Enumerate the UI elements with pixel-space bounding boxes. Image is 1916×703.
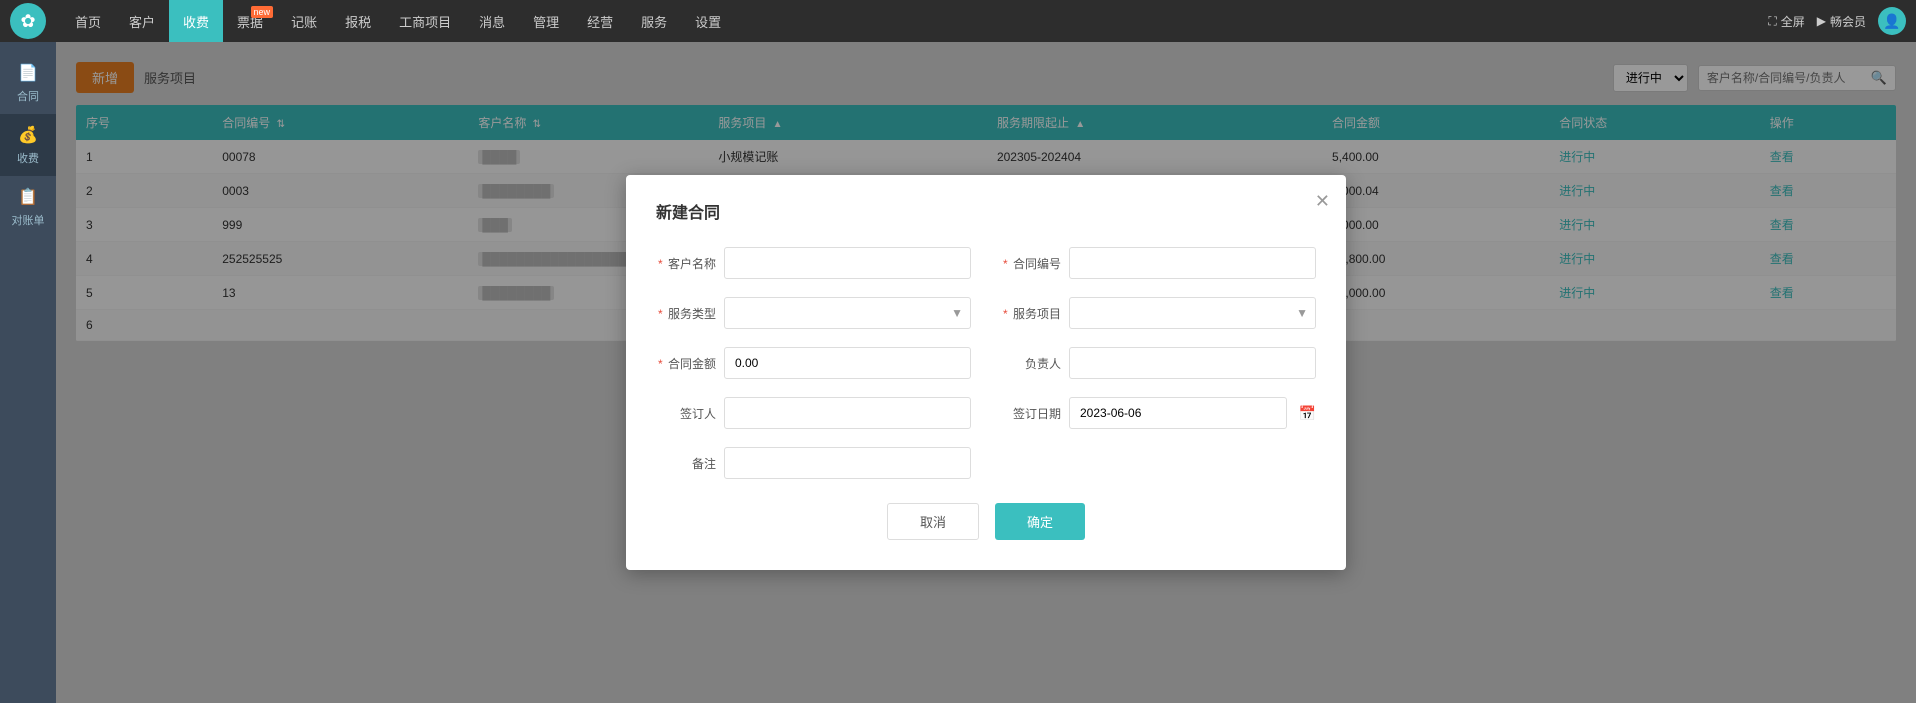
- avatar[interactable]: 👤: [1878, 7, 1906, 35]
- nav-manage[interactable]: 管理: [519, 0, 573, 42]
- customer-name-input[interactable]: [724, 247, 971, 279]
- responsible-person-input[interactable]: [1069, 347, 1316, 379]
- nav-message[interactable]: 消息: [465, 0, 519, 42]
- note-label: 备注: [656, 455, 716, 472]
- service-item-select-wrapper: ▼: [1069, 297, 1316, 329]
- sidebar: 📄 合同 💰 收费 📋 对账单: [0, 42, 56, 703]
- nav-home[interactable]: 首页: [61, 0, 115, 42]
- statement-icon: 📋: [17, 186, 39, 208]
- signer-group: 签订人: [656, 397, 971, 429]
- sidebar-item-charge[interactable]: 💰 收费: [0, 114, 56, 176]
- cancel-button[interactable]: 取消: [887, 503, 979, 540]
- nav-charge[interactable]: 收费: [169, 0, 223, 42]
- form-row-1: * 客户名称 * 合同编号: [656, 247, 1316, 279]
- contract-amount-group: * 合同金额: [656, 347, 971, 379]
- signer-label: 签订人: [656, 405, 716, 422]
- service-type-select-wrapper: ▼: [724, 297, 971, 329]
- nav-business[interactable]: 工商项目: [385, 0, 465, 42]
- modal-title: 新建合同: [656, 199, 1316, 223]
- service-type-select[interactable]: [724, 297, 971, 329]
- sign-date-label: 签订日期: [1001, 405, 1061, 422]
- nav-items: 首页 客户 收费 票据 new 记账 报税 工商项目 消息 管理 经营 服务 设…: [61, 0, 1768, 42]
- nav-settings[interactable]: 设置: [681, 0, 735, 42]
- note-input[interactable]: [724, 447, 971, 479]
- contract-amount-input[interactable]: [724, 347, 971, 379]
- nav-right: ⛶ 全屏 ▶ 畅会员 👤: [1768, 7, 1906, 35]
- new-badge: new: [251, 6, 274, 18]
- content-area: 新增 服务项目 进行中 已完成 全部 🔍 序号 合同编号 ⇅ 客户名称 ⇅: [56, 42, 1916, 703]
- responsible-person-label: 负责人: [1001, 355, 1061, 372]
- service-item-label: * 服务项目: [1001, 305, 1061, 322]
- contract-icon: 📄: [17, 62, 39, 84]
- sign-date-input[interactable]: [1069, 397, 1287, 429]
- sidebar-label-charge: 收费: [17, 150, 39, 166]
- modal-overlay: 新建合同 ✕ * 客户名称 * 合同编号: [56, 42, 1916, 703]
- nav-bookkeeping[interactable]: 记账: [277, 0, 331, 42]
- sidebar-label-contract: 合同: [17, 88, 39, 104]
- form-row-3: * 合同金额 负责人: [656, 347, 1316, 379]
- contract-no-group: * 合同编号: [1001, 247, 1316, 279]
- nav-customer[interactable]: 客户: [115, 0, 169, 42]
- nav-operation[interactable]: 经营: [573, 0, 627, 42]
- responsible-person-group: 负责人: [1001, 347, 1316, 379]
- customer-name-label: * 客户名称: [656, 255, 716, 272]
- form-row-2: * 服务类型 ▼ * 服务项目: [656, 297, 1316, 329]
- contract-no-input[interactable]: [1069, 247, 1316, 279]
- modal-footer: 取消 确定: [656, 503, 1316, 540]
- nav-invoice[interactable]: 票据 new: [223, 0, 277, 42]
- top-navigation: ✿ 首页 客户 收费 票据 new 记账 报税 工商项目 消息 管理 经营 服务…: [0, 0, 1916, 42]
- customer-name-group: * 客户名称: [656, 247, 971, 279]
- vip-icon: ▶: [1817, 14, 1826, 28]
- main-layout: 📄 合同 💰 收费 📋 对账单 新增 服务项目 进行中 已完成 全部 🔍: [0, 42, 1916, 703]
- form-row-4: 签订人 签订日期 📅: [656, 397, 1316, 429]
- sidebar-label-statement: 对账单: [12, 212, 45, 228]
- nav-service[interactable]: 服务: [627, 0, 681, 42]
- note-group: 备注: [656, 447, 971, 479]
- confirm-button[interactable]: 确定: [995, 503, 1085, 540]
- close-button[interactable]: ✕: [1315, 191, 1330, 212]
- service-type-group: * 服务类型 ▼: [656, 297, 971, 329]
- new-contract-modal: 新建合同 ✕ * 客户名称 * 合同编号: [626, 175, 1346, 570]
- service-item-select[interactable]: [1069, 297, 1316, 329]
- fullscreen-icon: ⛶: [1768, 14, 1776, 29]
- contract-no-label: * 合同编号: [1001, 255, 1061, 272]
- sidebar-item-contract[interactable]: 📄 合同: [0, 52, 56, 114]
- sidebar-item-statement[interactable]: 📋 对账单: [0, 176, 56, 238]
- fullscreen-button[interactable]: ⛶ 全屏: [1768, 13, 1804, 30]
- signer-input[interactable]: [724, 397, 971, 429]
- service-type-label: * 服务类型: [656, 305, 716, 322]
- sign-date-group: 签订日期 📅: [1001, 397, 1316, 429]
- charge-icon: 💰: [17, 124, 39, 146]
- calendar-icon[interactable]: 📅: [1299, 405, 1316, 422]
- contract-amount-label: * 合同金额: [656, 355, 716, 372]
- vip-button[interactable]: ▶ 畅会员: [1817, 13, 1866, 30]
- form-row-5: 备注: [656, 447, 1316, 479]
- nav-tax[interactable]: 报税: [331, 0, 385, 42]
- logo: ✿: [10, 3, 46, 39]
- service-item-group: * 服务项目 ▼: [1001, 297, 1316, 329]
